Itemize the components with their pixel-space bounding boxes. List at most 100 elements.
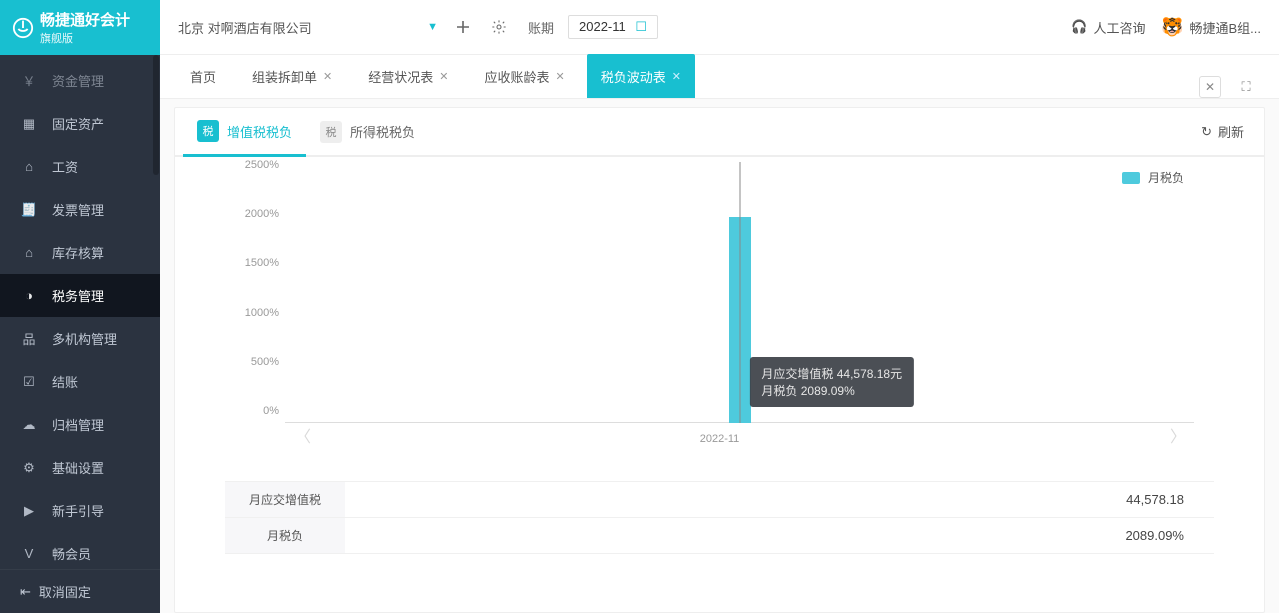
fullscreen-button[interactable]: ⛶ bbox=[1235, 76, 1257, 98]
vat-icon: 税 bbox=[197, 120, 219, 142]
sidebar-item-label: 库存核算 bbox=[52, 243, 104, 262]
unpin-icon: ⇤ bbox=[20, 584, 31, 600]
company-selector[interactable]: 北京 对啊酒店有限公司 ▼ bbox=[178, 18, 438, 37]
sidebar-item-fixed-assets[interactable]: ▦ 固定资产 bbox=[0, 102, 160, 145]
topbar: 北京 对啊酒店有限公司 ▼ 账期 2022-11 ☐ 🎧 人工咨询 🐯 畅捷通B… bbox=[160, 0, 1279, 55]
headset-icon: 🎧 bbox=[1071, 19, 1087, 35]
sidebar-item-label: 资金管理 bbox=[52, 71, 104, 90]
sidebar-item-inventory[interactable]: ⌂ 库存核算 bbox=[0, 231, 160, 274]
summary-value: 2089.09% bbox=[1125, 528, 1214, 543]
y-tick: 500% bbox=[251, 356, 279, 368]
sidebar-item-label: 基础设置 bbox=[52, 458, 104, 477]
user-menu[interactable]: 🐯 畅捷通B组... bbox=[1161, 16, 1261, 38]
chart-next-button[interactable]: 〉 bbox=[1166, 423, 1190, 447]
sidebar-item-close-account[interactable]: ☑ 结账 bbox=[0, 360, 160, 403]
plus-icon bbox=[455, 19, 471, 35]
summary-value: 44,578.18 bbox=[1126, 492, 1214, 507]
archive-icon: ☁ bbox=[20, 417, 38, 433]
panel-tabs: 税 增值税税负 税 所得税税负 ↻ 刷新 bbox=[175, 108, 1264, 157]
close-icon[interactable]: ✕ bbox=[323, 70, 332, 83]
sidebar-item-tax[interactable]: ◑ 税务管理 bbox=[0, 274, 160, 317]
gear-icon: ⚙ bbox=[20, 460, 38, 476]
close-icon: ✕ bbox=[1205, 80, 1215, 94]
close-icon[interactable]: ✕ bbox=[672, 70, 681, 83]
brand-logo-icon bbox=[12, 17, 34, 39]
chart-prev-button[interactable]: 〈 bbox=[291, 423, 315, 447]
wallet-icon: ￥ bbox=[20, 71, 38, 90]
period-picker[interactable]: 2022-11 ☐ bbox=[568, 15, 658, 39]
lock-icon: ☑ bbox=[20, 374, 38, 390]
table-row: 月应交增值税 44,578.18 bbox=[225, 482, 1214, 518]
close-icon[interactable]: ✕ bbox=[439, 70, 448, 83]
add-button[interactable] bbox=[452, 16, 474, 38]
org-icon: 品 bbox=[20, 329, 38, 348]
refresh-icon: ↻ bbox=[1201, 124, 1212, 140]
sidebar-item-onboard[interactable]: ▶ 新手引导 bbox=[0, 489, 160, 532]
sidebar-unpin[interactable]: ⇤ 取消固定 bbox=[0, 569, 160, 613]
period-label: 账期 bbox=[528, 18, 554, 37]
refresh-label: 刷新 bbox=[1218, 122, 1244, 141]
tab-label: 应收账龄表 bbox=[484, 67, 549, 86]
tab-label: 经营状况表 bbox=[368, 67, 433, 86]
brand-title: 畅捷通好会计 bbox=[40, 12, 130, 29]
sidebar-item-invoice[interactable]: 🧾 发票管理 bbox=[0, 188, 160, 231]
y-tick: 0% bbox=[263, 405, 279, 417]
tab-label: 税负波动表 bbox=[601, 67, 666, 86]
chart-area: 月税负 2500% 2000% 1500% 1000% 500% 0% 月应交增… bbox=[175, 157, 1264, 612]
chart-grid: 月应交增值税 44,578.18元 月税负 2089.09% bbox=[285, 177, 1194, 423]
y-axis: 2500% 2000% 1500% 1000% 500% 0% bbox=[225, 177, 285, 423]
gear-icon bbox=[491, 19, 507, 35]
sidebar-item-settings[interactable]: ⚙ 基础设置 bbox=[0, 446, 160, 489]
building-icon: ▦ bbox=[20, 116, 38, 132]
y-tick: 1000% bbox=[245, 307, 279, 319]
tab-assembly[interactable]: 组装拆卸单 ✕ bbox=[238, 54, 346, 98]
support-label: 人工咨询 bbox=[1093, 18, 1145, 37]
play-icon: ▶ bbox=[20, 503, 38, 519]
sidebar-item-label: 发票管理 bbox=[52, 200, 104, 219]
sidebar-item-label: 结账 bbox=[52, 372, 78, 391]
panel-tab-label: 增值税税负 bbox=[227, 122, 292, 141]
tabbar: 首页 组装拆卸单 ✕ 经营状况表 ✕ 应收账龄表 ✕ 税负波动表 ✕ ✕ ⛶ bbox=[160, 55, 1279, 99]
avatar-icon: 🐯 bbox=[1161, 16, 1183, 38]
user-name: 畅捷通B组... bbox=[1189, 18, 1261, 37]
tab-tax-volatility[interactable]: 税负波动表 ✕ bbox=[587, 54, 695, 98]
refresh-button[interactable]: ↻ 刷新 bbox=[1189, 122, 1256, 141]
company-name: 北京 对啊酒店有限公司 bbox=[178, 18, 312, 37]
panel-tab-income-tax[interactable]: 税 所得税税负 bbox=[306, 109, 429, 155]
sidebar: 畅捷通好会计 旗舰版 ￥ 资金管理 ▦ 固定资产 ⌂ 工资 🧾 发票管理 ⌂ 库… bbox=[0, 0, 160, 613]
summary-label: 月应交增值税 bbox=[225, 482, 345, 517]
y-tick: 1500% bbox=[245, 257, 279, 269]
sidebar-item-funds[interactable]: ￥ 资金管理 bbox=[0, 59, 160, 102]
brand-subtitle: 旗舰版 bbox=[40, 30, 130, 46]
panel-tab-label: 所得税税负 bbox=[350, 122, 415, 141]
tab-receivable-aging[interactable]: 应收账龄表 ✕ bbox=[470, 54, 578, 98]
support-link[interactable]: 🎧 人工咨询 bbox=[1071, 18, 1145, 37]
summary-table: 月应交增值税 44,578.18 月税负 2089.09% bbox=[225, 481, 1214, 554]
sidebar-items: ￥ 资金管理 ▦ 固定资产 ⌂ 工资 🧾 发票管理 ⌂ 库存核算 ◑ 税务管理 … bbox=[0, 55, 160, 569]
sidebar-item-salary[interactable]: ⌂ 工资 bbox=[0, 145, 160, 188]
table-row: 月税负 2089.09% bbox=[225, 518, 1214, 554]
x-category: 2022-11 bbox=[225, 433, 1214, 445]
sidebar-item-archive[interactable]: ☁ 归档管理 bbox=[0, 403, 160, 446]
briefcase-icon: ⌂ bbox=[20, 159, 38, 174]
y-tick: 2000% bbox=[245, 208, 279, 220]
panel-tab-vat[interactable]: 税 增值税税负 bbox=[183, 108, 306, 157]
tab-home[interactable]: 首页 bbox=[176, 54, 230, 98]
sidebar-scrollbar[interactable] bbox=[152, 55, 160, 579]
sidebar-item-multi-org[interactable]: 品 多机构管理 bbox=[0, 317, 160, 360]
content: 税 增值税税负 税 所得税税负 ↻ 刷新 月税负 2500% 2000% bbox=[160, 99, 1279, 613]
settings-button[interactable] bbox=[488, 16, 510, 38]
sidebar-item-label: 固定资产 bbox=[52, 114, 104, 133]
sidebar-item-vip[interactable]: V 畅会员 bbox=[0, 532, 160, 569]
tooltip-line2: 月税负 2089.09% bbox=[761, 382, 902, 399]
tab-operating-status[interactable]: 经营状况表 ✕ bbox=[354, 54, 462, 98]
period-value: 2022-11 bbox=[579, 19, 626, 34]
income-tax-icon: 税 bbox=[320, 121, 342, 143]
sidebar-footer-label: 取消固定 bbox=[39, 582, 91, 601]
close-icon[interactable]: ✕ bbox=[556, 70, 565, 83]
chevron-down-icon: ▼ bbox=[427, 21, 438, 33]
tab-label: 组装拆卸单 bbox=[252, 67, 317, 86]
close-all-button[interactable]: ✕ bbox=[1199, 76, 1221, 98]
summary-label: 月税负 bbox=[225, 518, 345, 553]
sidebar-item-label: 新手引导 bbox=[52, 501, 104, 520]
